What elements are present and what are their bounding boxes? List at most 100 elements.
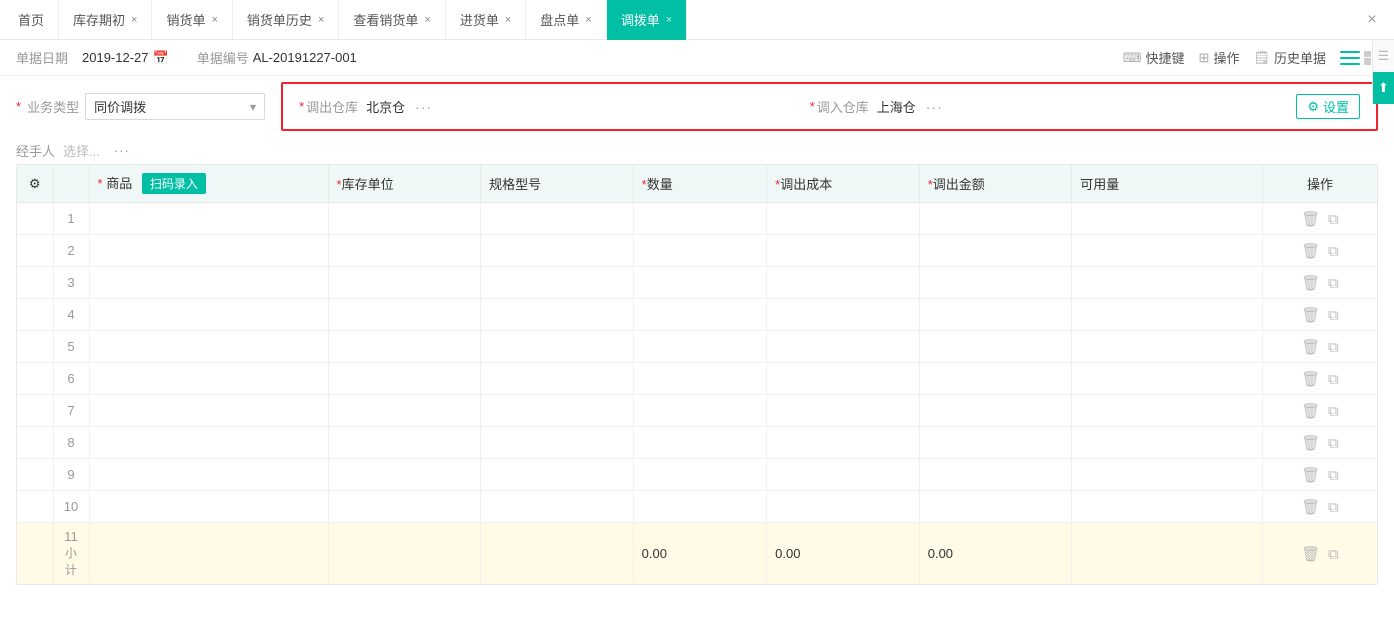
settings-button[interactable]: ⚙ 设置 [1296,94,1360,119]
tab-purchase-close[interactable]: × [505,14,511,26]
biz-type-select[interactable]: 同价调拨 ▾ [85,93,265,120]
calendar-icon[interactable]: 📅 [153,50,169,66]
delete-icon[interactable]: 🗑 [1301,339,1320,356]
copy-icon[interactable]: ⧉ [1328,243,1339,260]
row-cost[interactable] [767,363,920,395]
sidebar-export-icon[interactable]: ⬆ [1373,72,1394,104]
row-qty[interactable] [633,235,767,267]
row-spec[interactable] [481,235,634,267]
tab-home[interactable]: 首页 [4,0,59,40]
row-cost[interactable] [767,491,920,523]
delete-icon[interactable]: 🗑 [1301,546,1320,563]
tab-purchase[interactable]: 进货单 × [446,0,526,40]
copy-icon[interactable]: ⧉ [1328,307,1339,324]
tab-sales-close[interactable]: × [211,14,217,26]
delete-icon[interactable]: 🗑 [1301,499,1320,516]
row-qty[interactable] [633,427,767,459]
row-product[interactable] [89,427,328,459]
row-cost[interactable] [767,459,920,491]
row-product[interactable] [89,459,328,491]
row-product[interactable] [89,267,328,299]
row-spec[interactable] [481,331,634,363]
row-amount[interactable] [919,299,1072,331]
row-amount[interactable] [919,459,1072,491]
delete-icon[interactable]: 🗑 [1301,435,1320,452]
sidebar-list-icon[interactable]: ☰ [1373,40,1394,72]
row-spec[interactable] [481,203,634,235]
row-qty[interactable] [633,203,767,235]
row-product[interactable] [89,395,328,427]
row-qty[interactable] [633,267,767,299]
scan-button[interactable]: 扫码录入 [142,173,206,194]
row-cost[interactable] [767,395,920,427]
row-spec[interactable] [481,427,634,459]
row-qty[interactable] [633,395,767,427]
row-unit[interactable] [328,363,481,395]
delete-icon[interactable]: 🗑 [1301,467,1320,484]
copy-icon[interactable]: ⧉ [1328,339,1339,356]
row-cost[interactable] [767,299,920,331]
shortcuts-button[interactable]: ⌨ 快捷键 [1123,48,1185,67]
tab-transfer-close[interactable]: × [666,14,672,26]
delete-icon[interactable]: 🗑 [1301,243,1320,260]
row-spec[interactable] [481,395,634,427]
agent-select[interactable]: 选择... [63,141,100,160]
row-amount[interactable] [919,491,1072,523]
copy-icon[interactable]: ⧉ [1328,403,1339,420]
row-unit[interactable] [328,331,481,363]
tab-transfer[interactable]: 调拨单 × [607,0,687,40]
tab-view-sales[interactable]: 查看销货单 × [339,0,445,40]
tab-stocktake-close[interactable]: × [585,14,591,26]
tab-view-sales-close[interactable]: × [424,14,430,26]
row-unit[interactable] [328,299,481,331]
window-close-button[interactable]: × [1354,0,1390,40]
copy-icon[interactable]: ⧉ [1328,275,1339,292]
row-spec[interactable] [481,299,634,331]
row-unit[interactable] [328,427,481,459]
copy-icon[interactable]: ⧉ [1328,546,1339,563]
row-qty[interactable] [633,331,767,363]
row-unit[interactable] [328,235,481,267]
row-amount[interactable] [919,267,1072,299]
row-product[interactable] [89,363,328,395]
copy-icon[interactable]: ⧉ [1328,211,1339,228]
th-gear[interactable]: ⚙ [17,165,53,203]
tab-sales-history[interactable]: 销货单历史 × [233,0,339,40]
row-unit[interactable] [328,203,481,235]
row-amount[interactable] [919,427,1072,459]
row-product[interactable] [89,203,328,235]
row-cost[interactable] [767,331,920,363]
row-qty[interactable] [633,459,767,491]
tab-sales[interactable]: 销货单 × [152,0,232,40]
row-spec[interactable] [481,267,634,299]
copy-icon[interactable]: ⧉ [1328,371,1339,388]
row-cost[interactable] [767,427,920,459]
row-qty[interactable] [633,491,767,523]
row-product[interactable] [89,491,328,523]
layout-list-icon[interactable] [1340,51,1360,65]
delete-icon[interactable]: 🗑 [1301,307,1320,324]
row-qty[interactable] [633,299,767,331]
row-product[interactable] [89,235,328,267]
tab-inventory[interactable]: 库存期初 × [59,0,152,40]
history-button[interactable]: 🗒 历史单据 [1253,48,1326,67]
row-cost[interactable] [767,235,920,267]
row-amount[interactable] [919,363,1072,395]
delete-icon[interactable]: 🗑 [1301,275,1320,292]
delete-icon[interactable]: 🗑 [1301,403,1320,420]
row-unit[interactable] [328,491,481,523]
copy-icon[interactable]: ⧉ [1328,499,1339,516]
row-unit[interactable] [328,459,481,491]
tab-sales-history-close[interactable]: × [318,14,324,26]
row-amount[interactable] [919,395,1072,427]
tab-inventory-close[interactable]: × [131,14,137,26]
row-spec[interactable] [481,363,634,395]
row-cost[interactable] [767,203,920,235]
delete-icon[interactable]: 🗑 [1301,371,1320,388]
out-warehouse-more[interactable]: ··· [415,99,432,115]
row-spec[interactable] [481,459,634,491]
operations-button[interactable]: ⊞ 操作 [1199,48,1240,67]
row-product[interactable] [89,331,328,363]
row-qty[interactable] [633,363,767,395]
row-amount[interactable] [919,235,1072,267]
